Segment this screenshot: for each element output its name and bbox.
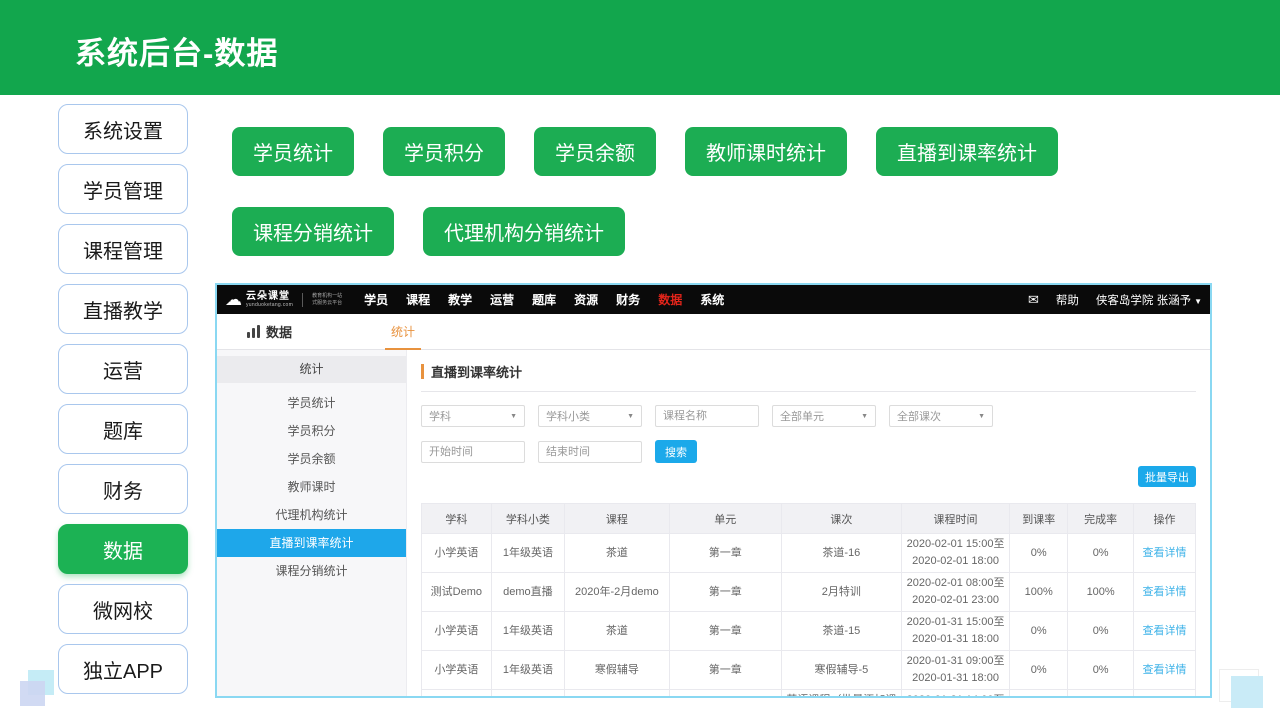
table-header-row: 学科 学科小类 课程 单元 课次 课程时间 到课率 完成率 操作 — [422, 504, 1196, 534]
col-attendance: 到课率 — [1010, 504, 1068, 534]
module-label: 数据 — [247, 322, 292, 341]
menu-header: 统计 — [217, 356, 406, 383]
quick-btn-student-points[interactable]: 学员积分 — [383, 127, 505, 176]
view-detail-link[interactable]: 查看详情 — [1143, 625, 1187, 637]
page-title: 系统后台-数据 — [75, 28, 278, 73]
col-action: 操作 — [1134, 504, 1196, 534]
course-name-input[interactable] — [655, 405, 759, 427]
menu-item-attendance-stats[interactable]: 直播到课率统计 — [217, 529, 406, 557]
quick-btn-course-distribution[interactable]: 课程分销统计 — [232, 207, 394, 256]
lesson-select[interactable]: 全部课次 ▼ — [889, 405, 993, 427]
nav-item-courses[interactable]: 课程 — [406, 291, 430, 308]
chevron-down-icon: ▼ — [510, 413, 517, 420]
rail-item-data[interactable]: 数据 — [58, 524, 188, 574]
nav-item-data-active[interactable]: 数据 — [658, 291, 682, 308]
menu-item-student-stats[interactable]: 学员统计 — [217, 389, 406, 417]
tab-statistics[interactable]: 统计 — [385, 314, 421, 350]
admin-main: 直播到课率统计 学科 ▼ 学科小类 ▼ 全部单元 ▼ 全部课次 ▼ — [407, 350, 1210, 698]
filter-row-2: 搜索 — [421, 440, 1196, 463]
view-detail-link[interactable]: 查看详情 — [1143, 664, 1187, 676]
logo-divider — [302, 293, 303, 307]
start-time-input[interactable] — [421, 441, 525, 463]
filter-row-1: 学科 ▼ 学科小类 ▼ 全部单元 ▼ 全部课次 ▼ — [421, 405, 1196, 427]
brand-tagline: 教育机构一站 式服务云平台 — [312, 293, 342, 307]
admin-nav-right: ✉ 帮助 侠客岛学院 张涵予▼ — [1028, 292, 1210, 308]
mail-icon[interactable]: ✉ — [1028, 292, 1039, 308]
decor-square-bottom-right-cyan — [1231, 676, 1263, 708]
table-row: 小学英语 1年级英语 寒假辅导 第一章 寒假辅导-5 2020-01-31 09… — [422, 651, 1196, 690]
help-link[interactable]: 帮助 — [1056, 292, 1079, 308]
unit-select[interactable]: 全部单元 ▼ — [772, 405, 876, 427]
col-unit: 单元 — [669, 504, 781, 534]
search-button[interactable]: 搜索 — [655, 440, 697, 463]
title-accent-bar — [421, 364, 424, 379]
admin-menu: 统计 学员统计 学员积分 学员余额 教师课时 代理机构统计 直播到课率统计 课程… — [217, 350, 407, 698]
quick-btn-student-stats[interactable]: 学员统计 — [232, 127, 354, 176]
nav-item-teaching[interactable]: 教学 — [448, 291, 472, 308]
chevron-down-icon: ▼ — [978, 413, 985, 420]
subject-subcategory-select[interactable]: 学科小类 ▼ — [538, 405, 642, 427]
admin-nav-items: 学员 课程 教学 运营 题库 资源 财务 数据 系统 — [364, 291, 724, 308]
menu-item-student-balance[interactable]: 学员余额 — [217, 445, 406, 473]
col-completion: 完成率 — [1068, 504, 1134, 534]
nav-item-resources[interactable]: 资源 — [574, 291, 598, 308]
menu-item-student-points[interactable]: 学员积分 — [217, 417, 406, 445]
col-time: 课程时间 — [901, 504, 1009, 534]
rail-item-system-settings[interactable]: 系统设置 — [58, 104, 188, 154]
col-subcategory: 学科小类 — [491, 504, 565, 534]
table-row: 小学英语 1年级英语 茶道 第一章 茶道-16 2020-02-01 15:00… — [422, 534, 1196, 573]
chevron-down-icon: ▼ — [627, 413, 634, 420]
quick-btn-student-balance[interactable]: 学员余额 — [534, 127, 656, 176]
admin-screenshot: ☁ 云朵课堂 yunduoketang.com 教育机构一站 式服务云平台 学员… — [215, 283, 1212, 698]
subject-select[interactable]: 学科 ▼ — [421, 405, 525, 427]
chevron-down-icon: ▼ — [861, 413, 868, 420]
account-name: 侠客岛学院 张涵予 — [1096, 295, 1191, 307]
admin-subnav: 数据 统计 — [217, 314, 1210, 350]
brand-url: yunduoketang.com — [246, 302, 293, 308]
nav-item-students[interactable]: 学员 — [364, 291, 388, 308]
nav-item-system[interactable]: 系统 — [700, 291, 724, 308]
nav-item-finance[interactable]: 财务 — [616, 291, 640, 308]
view-detail-link[interactable]: 查看详情 — [1143, 586, 1187, 598]
rail-item-student-mgmt[interactable]: 学员管理 — [58, 164, 188, 214]
admin-navbar: ☁ 云朵课堂 yunduoketang.com 教育机构一站 式服务云平台 学员… — [217, 285, 1210, 314]
decor-square-bottom-left-purple — [20, 681, 45, 706]
rail-item-micro-school[interactable]: 微网校 — [58, 584, 188, 634]
end-time-input[interactable] — [538, 441, 642, 463]
rail-item-live-teaching[interactable]: 直播教学 — [58, 284, 188, 334]
menu-item-course-distribution[interactable]: 课程分销统计 — [217, 557, 406, 585]
cloud-icon: ☁ — [225, 291, 242, 308]
col-subject: 学科 — [422, 504, 492, 534]
table-row: 小学英语 1年级英语 茶道 第一章 茶道-15 2020-01-31 15:00… — [422, 612, 1196, 651]
nav-item-question-bank[interactable]: 题库 — [532, 291, 556, 308]
menu-item-agency-stats[interactable]: 代理机构统计 — [217, 501, 406, 529]
view-detail-link[interactable]: 查看详情 — [1143, 547, 1187, 559]
table-row: 小学英语 1年级英语 寒假辅导 28号章节 英语课程（批量添加课次）-3 202… — [422, 690, 1196, 698]
chevron-down-icon: ▼ — [1194, 297, 1202, 306]
rail-item-operations[interactable]: 运营 — [58, 344, 188, 394]
menu-item-teacher-hours[interactable]: 教师课时 — [217, 473, 406, 501]
rail-item-finance[interactable]: 财务 — [58, 464, 188, 514]
rail-item-course-mgmt[interactable]: 课程管理 — [58, 224, 188, 274]
bar-chart-icon — [247, 325, 260, 338]
brand-logo: ☁ 云朵课堂 yunduoketang.com 教育机构一站 式服务云平台 — [217, 291, 350, 308]
page-banner: 系统后台-数据 — [0, 0, 1280, 95]
col-course: 课程 — [565, 504, 669, 534]
quick-btn-teacher-hours[interactable]: 教师课时统计 — [685, 127, 847, 176]
quick-buttons: 学员统计 学员积分 学员余额 教师课时统计 直播到课率统计 课程分销统计 代理机… — [232, 127, 1212, 256]
batch-export-button[interactable]: 批量导出 — [1138, 466, 1196, 487]
panel-title: 直播到课率统计 — [421, 362, 1196, 392]
quick-btn-agency-distribution[interactable]: 代理机构分销统计 — [423, 207, 625, 256]
left-rail: 系统设置 学员管理 课程管理 直播教学 运营 题库 财务 数据 微网校 独立AP… — [58, 104, 188, 694]
nav-item-operations[interactable]: 运营 — [490, 291, 514, 308]
brand-name: 云朵课堂 — [246, 291, 293, 302]
attendance-table: 学科 学科小类 课程 单元 课次 课程时间 到课率 完成率 操作 小学英语 1年 — [421, 503, 1196, 698]
quick-btn-attendance-stats[interactable]: 直播到课率统计 — [876, 127, 1058, 176]
rail-item-question-bank[interactable]: 题库 — [58, 404, 188, 454]
account-menu[interactable]: 侠客岛学院 张涵予▼ — [1096, 292, 1202, 308]
table-row: 测试Demo demo直播 2020年-2月demo 第一章 2月特训 2020… — [422, 573, 1196, 612]
col-lesson: 课次 — [781, 504, 901, 534]
rail-item-standalone-app[interactable]: 独立APP — [58, 644, 188, 694]
